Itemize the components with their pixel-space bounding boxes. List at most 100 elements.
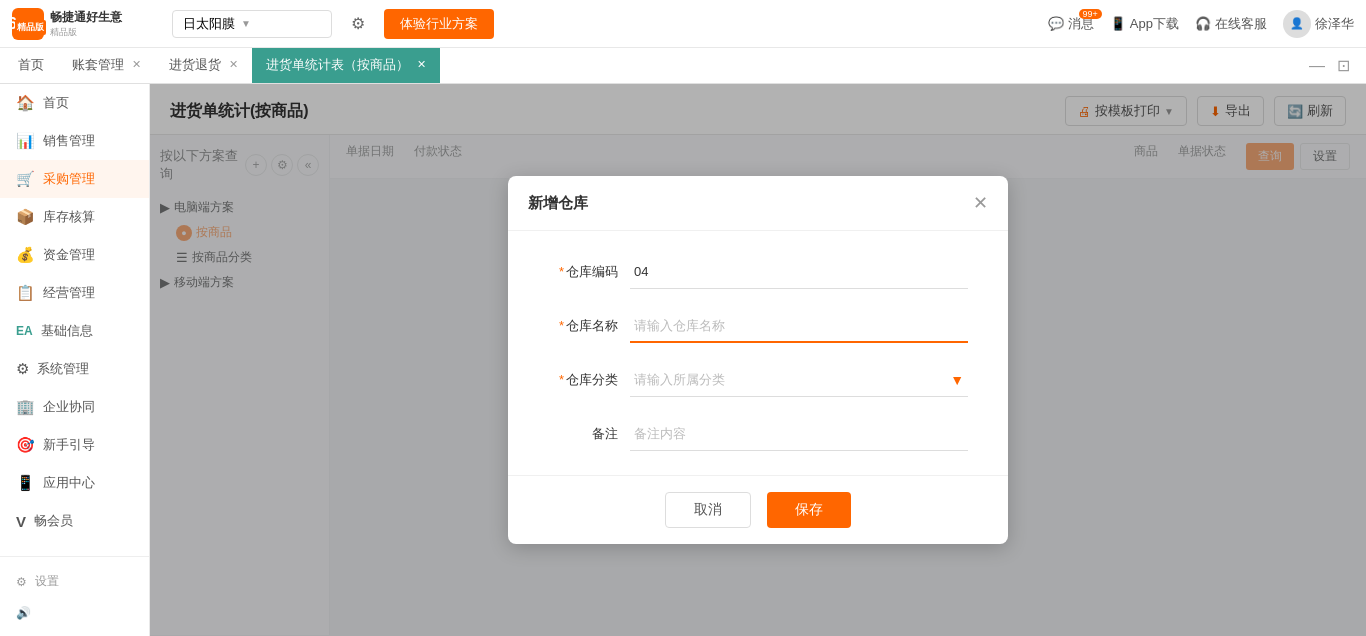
- sidebar-item-member[interactable]: V 畅会员: [0, 502, 149, 540]
- home-icon: 🏠: [16, 94, 35, 112]
- sidebar-item-sales[interactable]: 📊 销售管理: [0, 122, 149, 160]
- store-selector[interactable]: 日太阳膜 ▼: [172, 10, 332, 38]
- warehouse-code-input[interactable]: [630, 255, 968, 289]
- sidebar-item-purchase[interactable]: 🛒 采购管理: [0, 160, 149, 198]
- tab-purchase-return[interactable]: 进货退货 ✕: [155, 48, 252, 83]
- tab-account-management-label: 账套管理: [72, 56, 124, 74]
- tab-purchase-stats-label: 进货单统计表（按商品）: [266, 56, 409, 74]
- sidebar-item-home[interactable]: 🏠 首页: [0, 84, 149, 122]
- message-button[interactable]: 💬 消息 99+: [1048, 15, 1094, 33]
- sidebar-item-finance[interactable]: 💰 资金管理: [0, 236, 149, 274]
- warehouse-name-label: *仓库名称: [548, 317, 618, 335]
- sidebar-bottom: ⚙ 设置 🔊: [0, 556, 149, 636]
- headset-icon: 🎧: [1195, 16, 1211, 31]
- app-name: 畅捷通好生意 精品版: [50, 9, 122, 39]
- logo-badge: 精品版: [15, 20, 46, 35]
- trial-button[interactable]: 体验行业方案: [384, 9, 494, 39]
- chevron-down-icon: ▼: [241, 18, 251, 29]
- sidebar-settings-icon: ⚙: [16, 575, 27, 589]
- speaker-icon: 🔊: [16, 606, 31, 620]
- warehouse-category-row: *仓库分类 请输入所属分类 ▼: [548, 363, 968, 397]
- tab-home-label: 首页: [18, 56, 44, 74]
- sidebar-settings-btn[interactable]: ⚙ 设置: [0, 565, 149, 598]
- user-menu[interactable]: 👤 徐泽华: [1283, 10, 1354, 38]
- sidebar-item-enterprise-label: 企业协同: [43, 398, 95, 416]
- required-star-category: *: [559, 372, 564, 387]
- warehouse-category-select[interactable]: 请输入所属分类 ▼: [630, 363, 968, 397]
- message-icon: 💬: [1048, 16, 1064, 31]
- warehouse-name-input[interactable]: [630, 309, 968, 343]
- warehouse-note-label: 备注: [548, 425, 618, 443]
- enterprise-icon: 🏢: [16, 398, 35, 416]
- inventory-icon: 📦: [16, 208, 35, 226]
- sidebar-item-basic-info[interactable]: EA 基础信息: [0, 312, 149, 350]
- app-download-button[interactable]: 📱 App下载: [1110, 15, 1179, 33]
- tab-maximize-icon[interactable]: ⊡: [1333, 52, 1354, 79]
- sales-icon: 📊: [16, 132, 35, 150]
- sidebar-item-system-label: 系统管理: [37, 360, 89, 378]
- sidebar-item-operations-label: 经营管理: [43, 284, 95, 302]
- online-service-label: 在线客服: [1215, 15, 1267, 33]
- warehouse-category-label: *仓库分类: [548, 371, 618, 389]
- settings-icon[interactable]: ⚙: [342, 8, 374, 40]
- sidebar-item-purchase-label: 采购管理: [43, 170, 95, 188]
- tab-purchase-stats[interactable]: 进货单统计表（按商品） ✕: [252, 48, 440, 83]
- basic-info-icon: EA: [16, 324, 33, 338]
- online-service-button[interactable]: 🎧 在线客服: [1195, 15, 1267, 33]
- dialog-header: 新增仓库 ✕: [508, 176, 1008, 231]
- sidebar-item-operations[interactable]: 📋 经营管理: [0, 274, 149, 312]
- warehouse-code-label: *仓库编码: [548, 263, 618, 281]
- guide-icon: 🎯: [16, 436, 35, 454]
- save-button[interactable]: 保存: [767, 492, 851, 528]
- cancel-button[interactable]: 取消: [665, 492, 751, 528]
- logo-area: 6 精品版 畅捷通好生意 精品版: [12, 8, 162, 40]
- tab-purchase-stats-close[interactable]: ✕: [417, 58, 426, 71]
- sidebar-item-member-label: 畅会员: [34, 512, 73, 530]
- category-placeholder: 请输入所属分类: [634, 371, 950, 389]
- sidebar-item-home-label: 首页: [43, 94, 69, 112]
- sidebar-item-sales-label: 销售管理: [43, 132, 95, 150]
- sidebar-item-basic-info-label: 基础信息: [41, 322, 93, 340]
- warehouse-code-row: *仓库编码: [548, 255, 968, 289]
- required-star-name: *: [559, 318, 564, 333]
- warehouse-note-input[interactable]: [630, 417, 968, 451]
- dialog-overlay: 新增仓库 ✕ *仓库编码 *仓库名称: [150, 84, 1366, 636]
- dialog-close-button[interactable]: ✕: [973, 192, 988, 214]
- tab-purchase-return-close[interactable]: ✕: [229, 58, 238, 71]
- app-center-icon: 📱: [16, 474, 35, 492]
- tab-minimize-icon[interactable]: —: [1305, 53, 1329, 79]
- purchase-icon: 🛒: [16, 170, 35, 188]
- tab-account-management-close[interactable]: ✕: [132, 58, 141, 71]
- member-icon: V: [16, 513, 26, 530]
- logo-icon: 6 精品版: [12, 8, 44, 40]
- warehouse-name-row: *仓库名称: [548, 309, 968, 343]
- dialog-body: *仓库编码 *仓库名称 *仓库分类: [508, 231, 1008, 475]
- tab-purchase-return-label: 进货退货: [169, 56, 221, 74]
- sidebar-item-finance-label: 资金管理: [43, 246, 95, 264]
- operations-icon: 📋: [16, 284, 35, 302]
- sidebar-speaker-btn[interactable]: 🔊: [0, 598, 149, 628]
- top-bar: 6 精品版 畅捷通好生意 精品版 日太阳膜 ▼ ⚙ 体验行业方案 💬 消息 99…: [0, 0, 1366, 48]
- tab-account-management[interactable]: 账套管理 ✕: [58, 48, 155, 83]
- finance-icon: 💰: [16, 246, 35, 264]
- warehouse-note-row: 备注: [548, 417, 968, 451]
- sidebar-item-guide[interactable]: 🎯 新手引导: [0, 426, 149, 464]
- content-area: 进货单统计(按商品) 🖨 按模板打印 ▼ ⬇ 导出 🔄 刷新: [150, 84, 1366, 636]
- sidebar-item-inventory-label: 库存核算: [43, 208, 95, 226]
- sidebar-item-inventory[interactable]: 📦 库存核算: [0, 198, 149, 236]
- app-download-label: App下载: [1130, 15, 1179, 33]
- sidebar-item-enterprise[interactable]: 🏢 企业协同: [0, 388, 149, 426]
- main-layout: 🏠 首页 📊 销售管理 🛒 采购管理 📦 库存核算 💰 资金管理 📋 经营管理 …: [0, 84, 1366, 636]
- sidebar-item-system[interactable]: ⚙ 系统管理: [0, 350, 149, 388]
- sidebar: 🏠 首页 📊 销售管理 🛒 采购管理 📦 库存核算 💰 资金管理 📋 经营管理 …: [0, 84, 150, 636]
- sidebar-item-app-center[interactable]: 📱 应用中心: [0, 464, 149, 502]
- category-chevron-icon: ▼: [950, 372, 964, 388]
- sidebar-item-app-center-label: 应用中心: [43, 474, 95, 492]
- tab-bar: 首页 账套管理 ✕ 进货退货 ✕ 进货单统计表（按商品） ✕ — ⊡: [0, 48, 1366, 84]
- dialog-footer: 取消 保存: [508, 475, 1008, 544]
- message-badge: 99+: [1079, 9, 1102, 19]
- user-name: 徐泽华: [1315, 15, 1354, 33]
- tab-bar-controls: — ⊡: [1305, 48, 1362, 83]
- download-icon: 📱: [1110, 16, 1126, 31]
- tab-home[interactable]: 首页: [4, 48, 58, 83]
